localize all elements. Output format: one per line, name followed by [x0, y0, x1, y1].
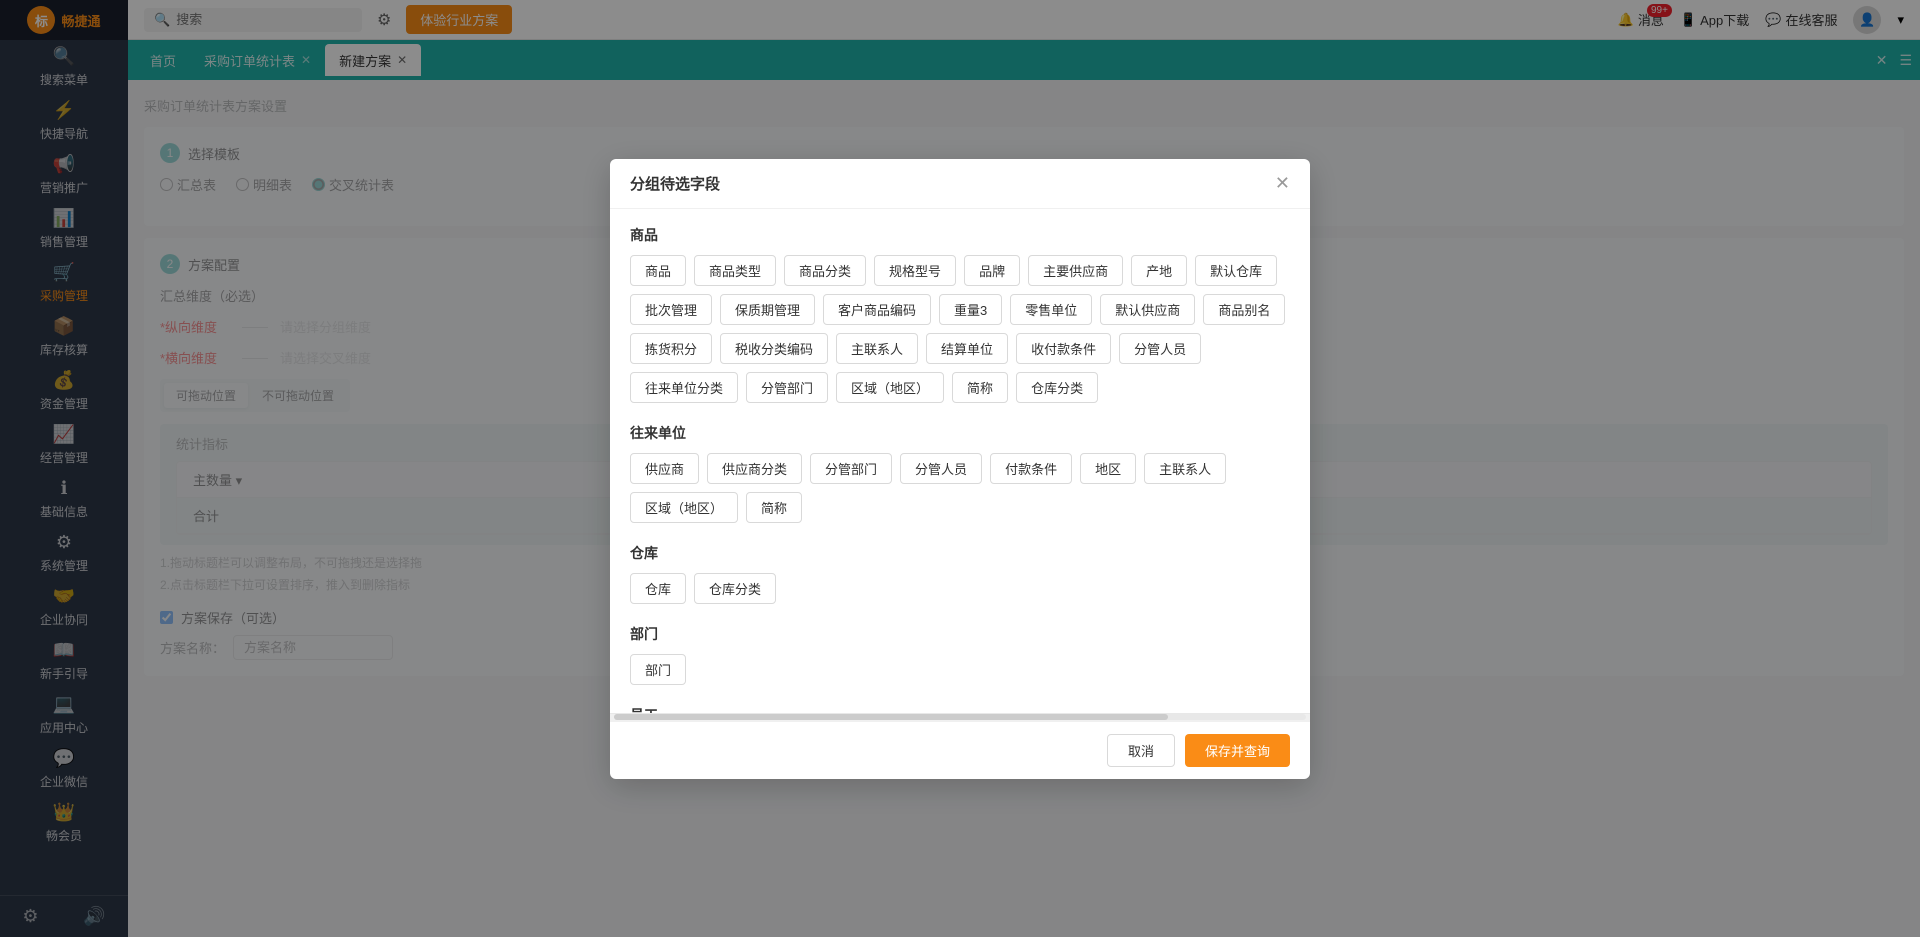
- field-tax-code[interactable]: 税收分类编码: [720, 333, 828, 364]
- field-area[interactable]: 地区: [1080, 453, 1136, 484]
- modal-overlay: 分组待选字段 ✕ 商品 商品 商品类型 商品分类 规格型号 品牌 主要供应商 产…: [0, 0, 1920, 937]
- field-warehouse-category[interactable]: 仓库分类: [694, 573, 776, 604]
- field-supplier[interactable]: 供应商: [630, 453, 699, 484]
- section-partner-fields: 供应商 供应商分类 分管部门 分管人员 付款条件 地区 主联系人 区域（地区） …: [630, 453, 1290, 523]
- field-warehouse-cat[interactable]: 仓库分类: [1016, 372, 1098, 403]
- section-dept-fields: 部门: [630, 654, 1290, 685]
- field-warehouse[interactable]: 仓库: [630, 573, 686, 604]
- modal-cancel-button[interactable]: 取消: [1107, 734, 1175, 767]
- modal-header: 分组待选字段 ✕: [610, 159, 1310, 209]
- hscroll-track: [614, 714, 1306, 720]
- field-dept[interactable]: 部门: [630, 654, 686, 685]
- modal-close-button[interactable]: ✕: [1275, 174, 1290, 192]
- field-region-partner[interactable]: 区域（地区）: [630, 492, 738, 523]
- section-product-title: 商品: [630, 225, 1290, 245]
- field-retail-unit[interactable]: 零售单位: [1010, 294, 1092, 325]
- field-payment-terms[interactable]: 收付款条件: [1016, 333, 1111, 364]
- section-dept-title: 部门: [630, 624, 1290, 644]
- field-customer-sku[interactable]: 客户商品编码: [823, 294, 931, 325]
- field-main-contact[interactable]: 主联系人: [836, 333, 918, 364]
- section-product: 商品 商品 商品类型 商品分类 规格型号 品牌 主要供应商 产地 默认仓库 批次…: [630, 225, 1290, 403]
- field-partner-category[interactable]: 往来单位分类: [630, 372, 738, 403]
- section-warehouse-title: 仓库: [630, 543, 1290, 563]
- field-dept-partner[interactable]: 分管部门: [810, 453, 892, 484]
- field-product[interactable]: 商品: [630, 255, 686, 286]
- modal-footer: 取消 保存并查询: [610, 721, 1310, 779]
- field-supervisor[interactable]: 分管人员: [1119, 333, 1201, 364]
- field-pick-score[interactable]: 拣货积分: [630, 333, 712, 364]
- field-product-alias[interactable]: 商品别名: [1203, 294, 1285, 325]
- field-brand[interactable]: 品牌: [964, 255, 1020, 286]
- field-selection-modal: 分组待选字段 ✕ 商品 商品 商品类型 商品分类 规格型号 品牌 主要供应商 产…: [610, 159, 1310, 779]
- field-weight3[interactable]: 重量3: [939, 294, 1002, 325]
- modal-hscrollbar[interactable]: [610, 713, 1310, 720]
- field-short-name[interactable]: 简称: [952, 372, 1008, 403]
- field-product-category[interactable]: 商品分类: [784, 255, 866, 286]
- field-staff-partner[interactable]: 分管人员: [900, 453, 982, 484]
- modal-confirm-button[interactable]: 保存并查询: [1185, 734, 1290, 767]
- field-main-contact-partner[interactable]: 主联系人: [1144, 453, 1226, 484]
- field-main-supplier[interactable]: 主要供应商: [1028, 255, 1123, 286]
- section-partner-title: 往来单位: [630, 423, 1290, 443]
- section-dept: 部门 部门: [630, 624, 1290, 685]
- field-dept-managed[interactable]: 分管部门: [746, 372, 828, 403]
- field-settle-unit[interactable]: 结算单位: [926, 333, 1008, 364]
- section-staff-title: 员工: [630, 705, 1290, 714]
- hscroll-thumb: [614, 714, 1168, 720]
- field-default-supplier[interactable]: 默认供应商: [1100, 294, 1195, 325]
- field-abbr-partner[interactable]: 简称: [746, 492, 802, 523]
- section-staff: 员工 业务员: [630, 705, 1290, 714]
- section-product-fields: 商品 商品类型 商品分类 规格型号 品牌 主要供应商 产地 默认仓库 批次管理 …: [630, 255, 1290, 403]
- field-default-warehouse[interactable]: 默认仓库: [1195, 255, 1277, 286]
- section-warehouse-fields: 仓库 仓库分类: [630, 573, 1290, 604]
- modal-body: 商品 商品 商品类型 商品分类 规格型号 品牌 主要供应商 产地 默认仓库 批次…: [610, 209, 1310, 714]
- field-spec-model[interactable]: 规格型号: [874, 255, 956, 286]
- field-supplier-category[interactable]: 供应商分类: [707, 453, 802, 484]
- section-warehouse: 仓库 仓库 仓库分类: [630, 543, 1290, 604]
- field-expiry-mgmt[interactable]: 保质期管理: [720, 294, 815, 325]
- field-payment-cond[interactable]: 付款条件: [990, 453, 1072, 484]
- field-product-type[interactable]: 商品类型: [694, 255, 776, 286]
- field-batch-mgmt[interactable]: 批次管理: [630, 294, 712, 325]
- section-partner: 往来单位 供应商 供应商分类 分管部门 分管人员 付款条件 地区 主联系人 区域…: [630, 423, 1290, 523]
- field-region-product[interactable]: 区域（地区）: [836, 372, 944, 403]
- modal-title: 分组待选字段: [630, 173, 720, 194]
- field-origin[interactable]: 产地: [1131, 255, 1187, 286]
